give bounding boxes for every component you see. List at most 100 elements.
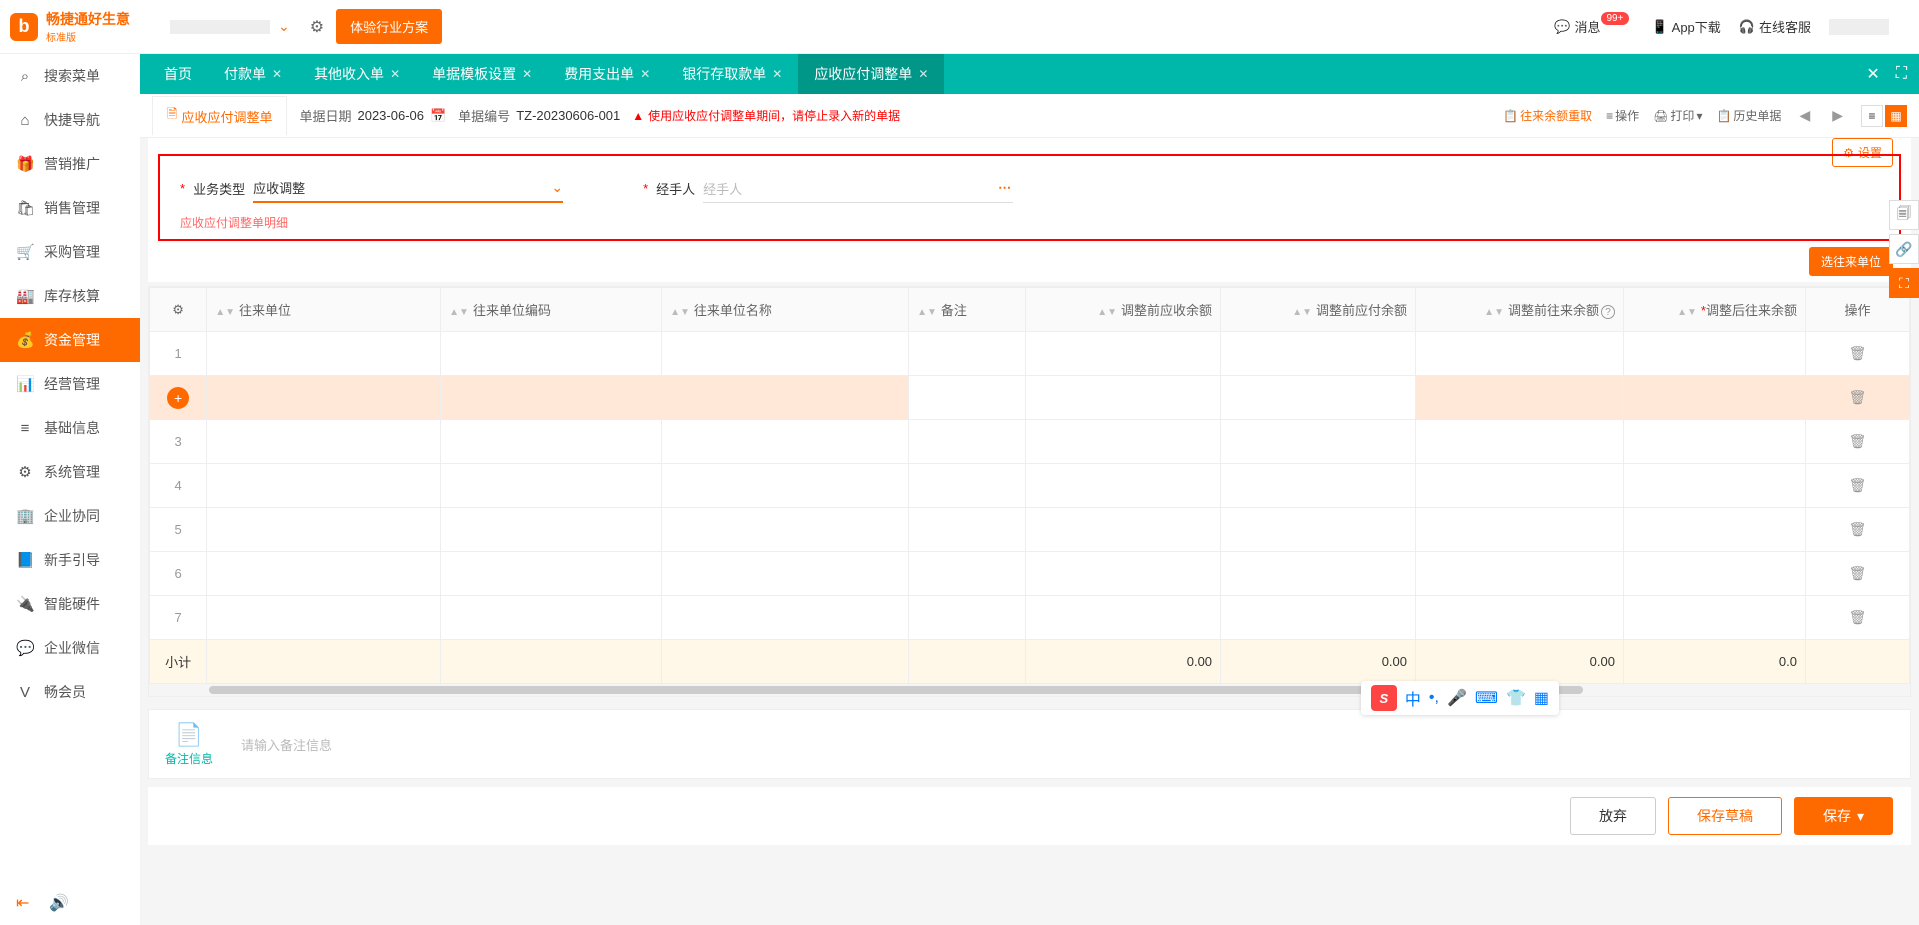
cell-pre-pay[interactable] <box>1221 552 1416 596</box>
cell-pre-recv[interactable] <box>1026 420 1221 464</box>
cell-pre-pay[interactable] <box>1221 508 1416 552</box>
cell-entity[interactable] <box>207 508 441 552</box>
cell-remark[interactable] <box>909 508 1026 552</box>
cell-pre-pay[interactable] <box>1221 596 1416 640</box>
table-row[interactable]: 7🗑 <box>150 596 1910 640</box>
cell-pre-all[interactable] <box>1416 508 1624 552</box>
tab-close-icon[interactable]: ✕ <box>640 67 650 81</box>
handler-input[interactable]: 经手人 ⋯ <box>703 175 1013 203</box>
calendar-icon[interactable]: 📅 <box>430 108 446 124</box>
messages-link[interactable]: 💬 消息 99+ <box>1554 17 1633 36</box>
close-tab-icon[interactable]: ✕ <box>1862 60 1883 88</box>
cell-post-all[interactable] <box>1623 376 1805 420</box>
delete-icon[interactable]: 🗑 <box>1849 477 1867 493</box>
ime-lang[interactable]: 中 <box>1405 686 1421 710</box>
sidebar-item[interactable]: V畅会员 <box>0 670 140 714</box>
table-row[interactable]: 1🗑 <box>150 332 1910 376</box>
tab[interactable]: 付款单✕ <box>208 54 298 94</box>
sidebar-item[interactable]: 🛒采购管理 <box>0 230 140 274</box>
cell-pre-all[interactable] <box>1416 420 1624 464</box>
sort-icon[interactable]: ▲▼ <box>1097 310 1117 316</box>
cell-pre-recv[interactable] <box>1026 596 1221 640</box>
sidebar-item[interactable]: 📊经营管理 <box>0 362 140 406</box>
select-entity-button[interactable]: 选往来单位 <box>1809 247 1893 276</box>
col-entity-code[interactable]: ▲▼往来单位编码 <box>441 288 662 332</box>
cell-entity-code[interactable] <box>441 508 662 552</box>
org-selector[interactable]: ⌄ <box>170 18 290 35</box>
cell-entity-code[interactable] <box>441 376 662 420</box>
help-icon[interactable]: ? <box>1601 305 1615 319</box>
collapse-icon[interactable]: ⇤ <box>16 893 29 913</box>
sidebar-item[interactable]: ≡基础信息 <box>0 406 140 450</box>
delete-icon[interactable]: 🗑 <box>1849 389 1867 405</box>
sidebar-item[interactable]: ⌂快捷导航 <box>0 98 140 142</box>
regen-balance-button[interactable]: 📋 往来余额重取 <box>1503 107 1592 124</box>
prev-doc-button[interactable]: ◀ <box>1795 105 1814 126</box>
cell-entity[interactable] <box>207 420 441 464</box>
ops-dropdown[interactable]: ≡ 操作 <box>1606 107 1639 124</box>
cell-entity-name[interactable] <box>662 464 909 508</box>
cell-remark[interactable] <box>909 332 1026 376</box>
sort-icon[interactable]: ▲▼ <box>1484 310 1504 316</box>
tab-close-icon[interactable]: ✕ <box>918 67 928 81</box>
cell-remark[interactable] <box>909 376 1026 420</box>
app-download-link[interactable]: 📱 App下载 <box>1651 17 1720 36</box>
cell-entity[interactable] <box>207 464 441 508</box>
sidebar-item[interactable]: 📘新手引导 <box>0 538 140 582</box>
cell-pre-all[interactable] <box>1416 332 1624 376</box>
cell-pre-all[interactable] <box>1416 376 1624 420</box>
biz-type-select[interactable]: 应收调整 ⌄ <box>253 174 563 203</box>
ime-toolbar[interactable]: S 中 •, 🎤 ⌨ 👕 ▦ <box>1361 681 1559 715</box>
table-row[interactable]: 5🗑 <box>150 508 1910 552</box>
print-dropdown[interactable]: 🖨 打印 ▾ <box>1653 107 1702 124</box>
cell-remark[interactable] <box>909 552 1026 596</box>
cell-pre-recv[interactable] <box>1026 508 1221 552</box>
cell-post-all[interactable] <box>1623 464 1805 508</box>
sort-icon[interactable]: ▲▼ <box>917 310 937 316</box>
col-remark[interactable]: ▲▼备注 <box>909 288 1026 332</box>
gear-icon[interactable]: ⚙ <box>310 17 324 37</box>
view-form-button[interactable]: ▦ <box>1885 105 1907 127</box>
delete-icon[interactable]: 🗑 <box>1849 345 1867 361</box>
delete-icon[interactable]: 🗑 <box>1849 565 1867 581</box>
ime-grid-icon[interactable]: ▦ <box>1534 688 1549 708</box>
history-button[interactable]: 📋 历史单据 <box>1716 107 1781 124</box>
col-pre-all[interactable]: ▲▼调整前往来余额? <box>1416 288 1624 332</box>
cell-entity-code[interactable] <box>441 596 662 640</box>
remarks-input[interactable]: 请输入备注信息 <box>229 735 1910 754</box>
col-entity[interactable]: ▲▼往来单位 <box>207 288 441 332</box>
add-row-button[interactable]: + <box>167 387 189 409</box>
col-post-all[interactable]: ▲▼*调整后往来余额 <box>1623 288 1805 332</box>
ime-mic-icon[interactable]: 🎤 <box>1447 688 1467 708</box>
sidebar-item[interactable]: 💬企业微信 <box>0 626 140 670</box>
col-pre-pay[interactable]: ▲▼调整前应付余额 <box>1221 288 1416 332</box>
cell-pre-recv[interactable] <box>1026 552 1221 596</box>
next-doc-button[interactable]: ▶ <box>1828 105 1847 126</box>
ime-keyboard-icon[interactable]: ⌨ <box>1475 688 1498 708</box>
delete-icon[interactable]: 🗑 <box>1849 609 1867 625</box>
fullscreen-icon[interactable]: ⛶ <box>1892 61 1911 87</box>
cell-pre-recv[interactable] <box>1026 464 1221 508</box>
discard-button[interactable]: 放弃 <box>1570 797 1656 835</box>
view-list-button[interactable]: ≡ <box>1861 105 1883 127</box>
cell-pre-pay[interactable] <box>1221 332 1416 376</box>
cell-entity-name[interactable] <box>662 420 909 464</box>
tab[interactable]: 首页 <box>148 54 208 94</box>
rail-note-button[interactable]: 🗐 <box>1889 200 1919 230</box>
cell-post-all[interactable] <box>1623 596 1805 640</box>
cell-pre-all[interactable] <box>1416 464 1624 508</box>
tab-close-icon[interactable]: ✕ <box>522 67 532 81</box>
table-row[interactable]: +🗑 <box>150 376 1910 420</box>
cell-post-all[interactable] <box>1623 332 1805 376</box>
tab-close-icon[interactable]: ✕ <box>272 67 282 81</box>
tab-close-icon[interactable]: ✕ <box>390 67 400 81</box>
ime-skin-icon[interactable]: 👕 <box>1506 688 1526 708</box>
cell-remark[interactable] <box>909 596 1026 640</box>
cell-entity[interactable] <box>207 596 441 640</box>
sidebar-item[interactable]: 💰资金管理 <box>0 318 140 362</box>
cell-entity[interactable] <box>207 376 441 420</box>
cell-entity-name[interactable] <box>662 332 909 376</box>
sidebar-item[interactable]: ⌕搜索菜单 <box>0 54 140 98</box>
rail-expand-button[interactable]: ⛶ <box>1889 268 1919 298</box>
cell-post-all[interactable] <box>1623 420 1805 464</box>
